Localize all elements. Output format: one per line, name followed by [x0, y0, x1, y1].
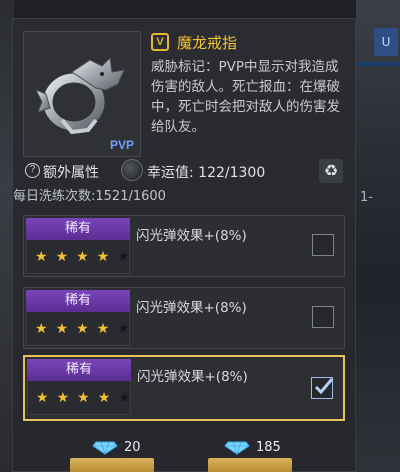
diamond-icon: [92, 441, 118, 455]
attribute-slot[interactable]: 稀有 ★ ★ ★ ★ ★ 闪光弹效果+(8%): [23, 215, 345, 277]
item-detail-panel: PVP V 魔龙戒指 威胁标记：PVP中显示对我造成伤害的敌人。死亡报血：在爆破…: [12, 18, 356, 472]
extra-attributes-label: 额外属性: [43, 165, 99, 181]
star-empty-icon: ★: [117, 248, 130, 265]
pvp-badge: PVP: [109, 138, 134, 152]
effect-text: 闪光弹效果+(8%): [136, 228, 247, 244]
star-empty-icon: ★: [117, 320, 130, 337]
attribute-slot-selected[interactable]: 稀有 ★ ★ ★ ★ ★ 闪光弹效果+(8%): [23, 355, 345, 421]
star-icon: ★: [35, 320, 48, 337]
luck-value: 幸运值: 122/1300: [147, 165, 266, 181]
star-icon: ★: [76, 248, 89, 265]
background-right: U 1-: [356, 0, 400, 472]
side-tag: U: [374, 28, 398, 56]
rarity-box: 稀有 ★ ★ ★ ★ ★: [26, 218, 130, 274]
reroll-ten-button[interactable]: [208, 458, 292, 472]
rarity-label: 稀有: [27, 359, 131, 381]
lock-checkbox[interactable]: [312, 306, 334, 328]
side-number: 1-: [360, 190, 373, 205]
side-stripe: [356, 62, 400, 66]
star-icon: ★: [35, 248, 48, 265]
star-icon: ★: [55, 320, 69, 337]
cost-amount: 20: [124, 440, 141, 455]
attribute-slot[interactable]: 稀有 ★ ★ ★ ★ ★ 闪光弹效果+(8%): [23, 287, 345, 349]
item-name: 魔龙戒指: [177, 33, 238, 52]
lock-checkbox[interactable]: [312, 234, 334, 256]
effect-text: 闪光弹效果+(8%): [137, 369, 248, 385]
star-icon: ★: [36, 389, 49, 406]
effect-text: 闪光弹效果+(8%): [136, 300, 247, 316]
star-rating: ★ ★ ★ ★ ★: [26, 240, 130, 274]
star-rating: ★ ★ ★ ★ ★: [27, 381, 131, 415]
diamond-icon: [224, 441, 250, 455]
star-icon: ★: [97, 389, 111, 406]
cost-amount: 185: [256, 440, 281, 455]
rank-icon: V: [151, 33, 169, 51]
rarity-label: 稀有: [26, 290, 130, 312]
rarity-label: 稀有: [26, 218, 130, 240]
item-description: 威胁标记：PVP中显示对我造成伤害的敌人。死亡报血：在爆破中，死亡时会把对敌人的…: [151, 59, 340, 135]
item-title-row: V 魔龙戒指: [151, 31, 237, 53]
cost-small: 20: [92, 440, 141, 455]
reroll-button[interactable]: ♻: [319, 159, 343, 183]
star-icon: ★: [76, 320, 89, 337]
dragon-ring-icon: [34, 56, 125, 135]
lock-checkbox-checked[interactable]: [311, 377, 333, 399]
help-icon[interactable]: ?: [25, 163, 40, 178]
star-icon: ★: [96, 320, 110, 337]
rarity-box: 稀有 ★ ★ ★ ★ ★: [27, 359, 131, 415]
daily-reroll-count: 每日洗练次数:1521/1600: [13, 189, 166, 204]
item-thumbnail: PVP: [23, 31, 141, 157]
star-empty-icon: ★: [118, 389, 131, 406]
luck-orb-icon: [121, 159, 143, 181]
rarity-box: 稀有 ★ ★ ★ ★ ★: [26, 290, 130, 346]
checkmark-icon: [314, 378, 333, 395]
star-icon: ★: [56, 389, 70, 406]
star-icon: ★: [55, 248, 69, 265]
attributes-header: ? 额外属性 幸运值: 122/1300 ♻: [13, 159, 357, 185]
reroll-once-button[interactable]: [70, 458, 154, 472]
cost-large: 185: [224, 440, 281, 455]
star-rating: ★ ★ ★ ★ ★: [26, 312, 130, 346]
star-icon: ★: [77, 389, 90, 406]
star-icon: ★: [96, 248, 110, 265]
